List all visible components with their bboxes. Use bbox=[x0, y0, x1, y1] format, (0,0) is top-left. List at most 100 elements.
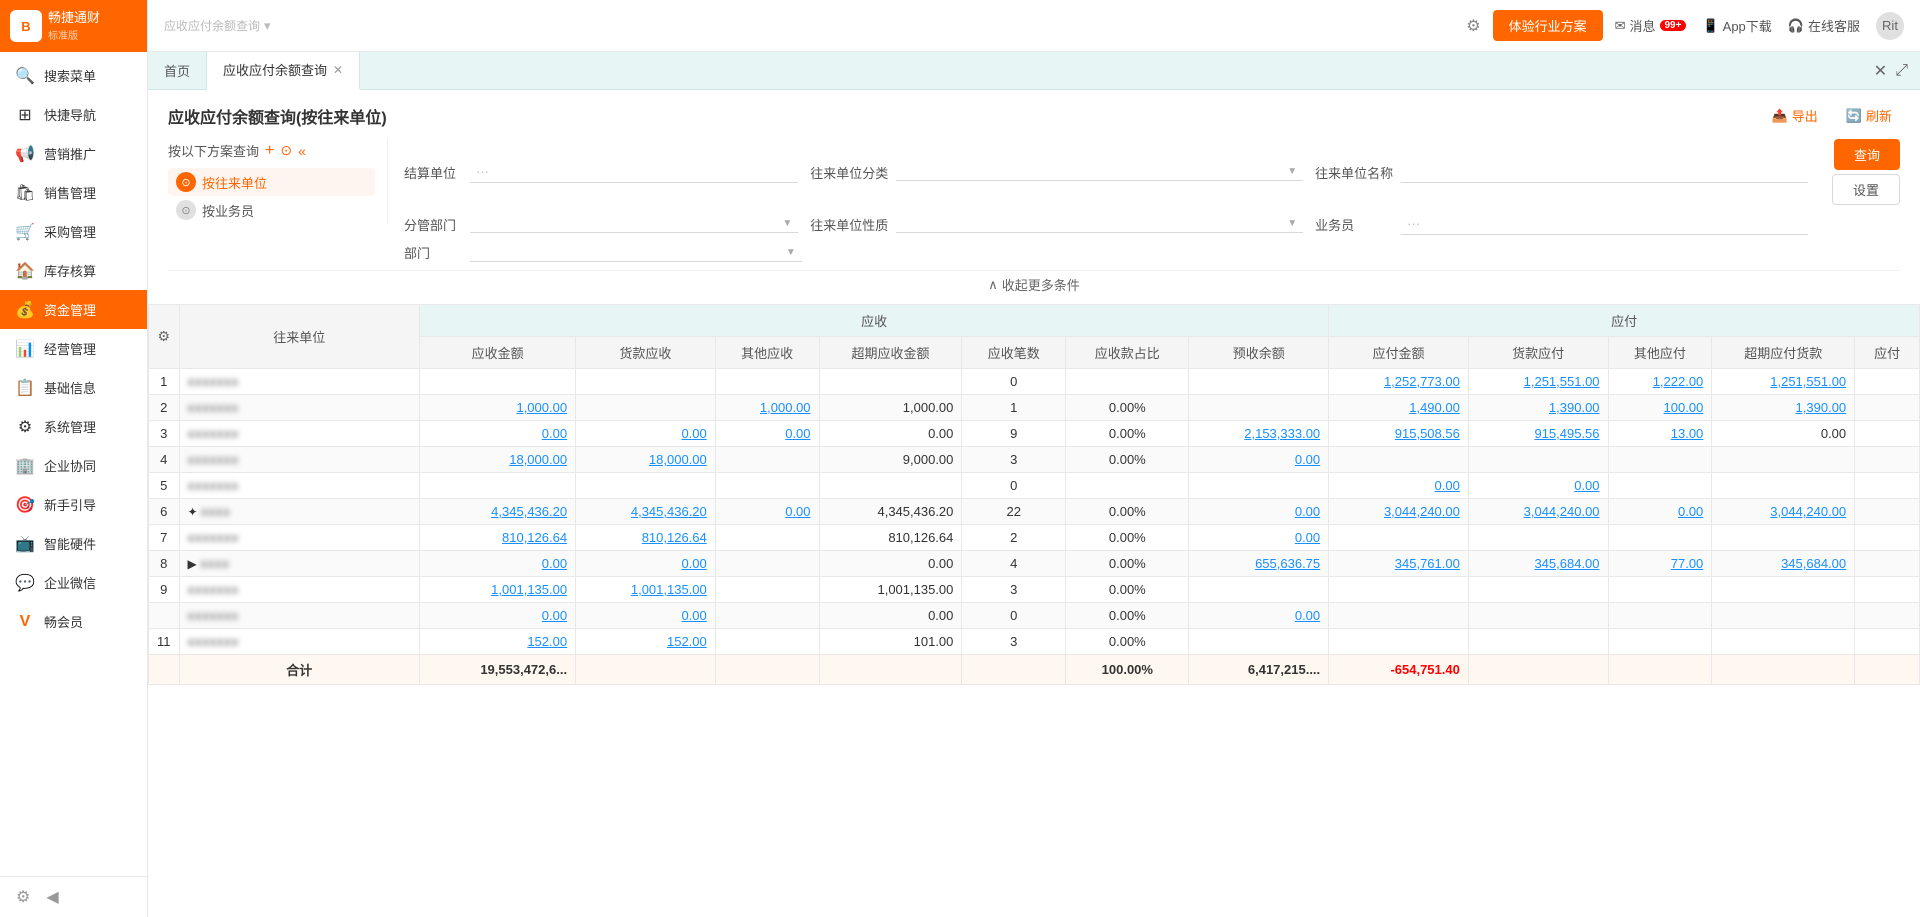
sidebar-footer: ⚙ ◀ bbox=[0, 876, 147, 917]
query-option-by-staff[interactable]: ⊙ 按业务员 bbox=[168, 196, 375, 224]
unit-name-input[interactable] bbox=[1401, 161, 1808, 183]
sidebar-label-purchase: 采购管理 bbox=[44, 222, 96, 241]
collapse-button[interactable]: ∧ 收起更多条件 bbox=[988, 275, 1080, 294]
header-actions: ✉ 消息 99+ 📱 App下载 🎧 在线客服 Rit bbox=[1615, 12, 1904, 40]
unit-cell: ■■■■■■■ bbox=[188, 375, 239, 389]
tab-maximize-icon[interactable]: ⤢ bbox=[1895, 62, 1908, 80]
sales-icon: 🛍 bbox=[16, 184, 34, 202]
message-icon: ✉ bbox=[1615, 18, 1626, 34]
base-icon: 📋 bbox=[16, 379, 34, 397]
ar-other-header: 其他应收 bbox=[715, 337, 819, 369]
ar-advance-header: 预收余额 bbox=[1189, 337, 1329, 369]
sidebar-item-member[interactable]: V 畅会员 bbox=[0, 602, 147, 641]
sidebar-label-hardware: 智能硬件 bbox=[44, 534, 96, 553]
online-service-button[interactable]: 🎧 在线客服 bbox=[1788, 16, 1860, 35]
sidebar-item-operations[interactable]: 📊 经营管理 bbox=[0, 329, 147, 368]
tab-minimize-icon[interactable]: ✕ bbox=[1874, 61, 1887, 81]
user-avatar[interactable]: Rit bbox=[1876, 12, 1904, 40]
sidebar-item-hardware[interactable]: 📺 智能硬件 bbox=[0, 524, 147, 563]
ap-goods-link[interactable]: 1,251,551.00 bbox=[1468, 369, 1608, 395]
set-button[interactable]: 设置 bbox=[1832, 174, 1900, 205]
sidebar-item-system[interactable]: ⚙ 系统管理 bbox=[0, 407, 147, 446]
tab-ar-ap[interactable]: 应收应付余额查询 ✕ bbox=[207, 52, 360, 90]
query-button[interactable]: 查询 bbox=[1834, 139, 1900, 170]
unit-name-label: 往来单位名称 bbox=[1315, 163, 1395, 182]
sidebar-item-marketing[interactable]: 📢 营销推广 bbox=[0, 134, 147, 173]
ap-other-link[interactable]: 1,222.00 bbox=[1608, 369, 1712, 395]
message-button[interactable]: ✉ 消息 99+ bbox=[1615, 16, 1687, 35]
sidebar-label-sales: 销售管理 bbox=[44, 183, 96, 202]
ar-overdue-header: 超期应收金额 bbox=[819, 337, 962, 369]
sidebar-item-purchase[interactable]: 🛒 采购管理 bbox=[0, 212, 147, 251]
ar-count-header: 应收笔数 bbox=[962, 337, 1066, 369]
refresh-button[interactable]: 🔄 刷新 bbox=[1838, 102, 1900, 129]
sidebar: B 畅捷通财 标准版 🔍 搜索菜单 ⊞ 快捷导航 📢 营销推广 🛍 销售管理 🛒… bbox=[0, 0, 148, 917]
table-row: 9 ■■■■■■■ 1,001,135.00 1,001,135.00 1,00… bbox=[149, 577, 1920, 603]
inventory-icon: 🏠 bbox=[16, 262, 34, 280]
export-button[interactable]: 📤 导出 bbox=[1764, 102, 1826, 129]
dept2-arrow: ▼ bbox=[786, 247, 796, 258]
app-download-button[interactable]: 📱 App下载 bbox=[1702, 16, 1771, 35]
unit-cell: ■■■■■■■ bbox=[188, 479, 239, 493]
settings-footer-icon[interactable]: ⚙ bbox=[16, 887, 30, 907]
sidebar-label-nav: 快捷导航 bbox=[44, 105, 96, 124]
settings-col-header: ⚙ bbox=[149, 305, 180, 369]
main-content: 应收应付余额查询(按往来单位) 📤 导出 🔄 刷新 按以下方案查询 + ⊙ « bbox=[148, 90, 1920, 917]
filter-section: 按以下方案查询 + ⊙ « ⊙ 按往来单位 ⊙ 按业务员 bbox=[148, 129, 1920, 304]
industry-solution-button[interactable]: 体验行业方案 bbox=[1493, 10, 1603, 41]
ap-goods-header: 货款应付 bbox=[1468, 337, 1608, 369]
ap-amount-link[interactable]: 1,252,773.00 bbox=[1329, 369, 1469, 395]
table-row: 6 ✦ ■■■■ 4,345,436.20 4,345,436.20 0.00 … bbox=[149, 499, 1920, 525]
table-row: ■■■■■■■ 0.00 0.00 0.00 0 0.00% 0.00 bbox=[149, 603, 1920, 629]
sidebar-item-wechat[interactable]: 💬 企业微信 bbox=[0, 563, 147, 602]
dept-manager-select[interactable]: ▼ bbox=[470, 215, 798, 233]
sidebar-item-guide[interactable]: 🎯 新手引导 bbox=[0, 485, 147, 524]
department-select[interactable]: ▼ bbox=[470, 244, 802, 262]
sidebar-item-base[interactable]: 📋 基础信息 bbox=[0, 368, 147, 407]
wechat-icon: 💬 bbox=[16, 574, 34, 592]
total-ar-amount: 19,553,472,6... bbox=[420, 655, 576, 685]
header-gear-icon[interactable]: ⚙ bbox=[1466, 16, 1480, 36]
table-row: 7 ■■■■■■■ 810,126.64 810,126.64 810,126.… bbox=[149, 525, 1920, 551]
filter-collapse-row: ∧ 收起更多条件 bbox=[168, 270, 1900, 298]
ar-goods-header: 货款应收 bbox=[576, 337, 716, 369]
filter-add-icon[interactable]: + bbox=[265, 142, 274, 160]
data-table: ⚙ 往来单位 应收 应付 应收金额 货款应收 其他应收 超期应收金额 应收笔数 … bbox=[148, 304, 1920, 685]
sidebar-label-finance: 资金管理 bbox=[44, 300, 96, 319]
sidebar-item-finance[interactable]: 💰 资金管理 bbox=[0, 290, 147, 329]
table-section: ⚙ 往来单位 应收 应付 应收金额 货款应收 其他应收 超期应收金额 应收笔数 … bbox=[148, 304, 1920, 917]
unit-category-label: 往来单位分类 bbox=[810, 163, 890, 182]
service-icon: 🎧 bbox=[1788, 18, 1804, 34]
ap-overdue-link[interactable]: 1,251,551.00 bbox=[1712, 369, 1855, 395]
hardware-icon: 📺 bbox=[16, 535, 34, 553]
unit-category-select[interactable]: ▼ bbox=[896, 163, 1303, 181]
unit-cell: ■■■■■■■ bbox=[188, 427, 239, 441]
unit-cell: ■■■■■■■ bbox=[188, 609, 239, 623]
unit-cell: ■■■■■■■ bbox=[188, 583, 239, 597]
sidebar-item-nav[interactable]: ⊞ 快捷导航 bbox=[0, 95, 147, 134]
sidebar-logo: B 畅捷通财 标准版 bbox=[0, 0, 147, 52]
collapse-footer-icon[interactable]: ◀ bbox=[46, 887, 58, 907]
department-label: 部门 bbox=[404, 243, 464, 262]
tab-home[interactable]: 首页 bbox=[148, 52, 207, 90]
table-settings-icon[interactable]: ⚙ bbox=[157, 328, 170, 344]
ar-amount-link[interactable]: 1,000.00 bbox=[420, 395, 576, 421]
query-option-by-unit[interactable]: ⊙ 按往来单位 bbox=[168, 168, 375, 196]
sidebar-item-inventory[interactable]: 🏠 库存核算 bbox=[0, 251, 147, 290]
unit-nature-select[interactable]: ▼ bbox=[896, 215, 1303, 233]
settlement-unit-label: 结算单位 bbox=[404, 163, 464, 182]
total-label: 合计 bbox=[179, 655, 420, 685]
table-row: 5 ■■■■■■■ 0 0.00 0.00 bbox=[149, 473, 1920, 499]
table-row: 3 ■■■■■■■ 0.00 0.00 0.00 0.00 9 0.00% 2,… bbox=[149, 421, 1920, 447]
settlement-unit-dots: ··· bbox=[476, 164, 489, 179]
logo-icon: B bbox=[10, 10, 42, 42]
sidebar-label-guide: 新手引导 bbox=[44, 495, 96, 514]
filter-settings-icon[interactable]: ⊙ bbox=[280, 142, 292, 159]
unit-cell: ■■■■■■■ bbox=[188, 635, 239, 649]
filter-collapse-icon[interactable]: « bbox=[298, 143, 306, 159]
ap-extra-header: 应付 bbox=[1855, 337, 1920, 369]
tab-close-button[interactable]: ✕ bbox=[333, 63, 343, 77]
sidebar-item-corp[interactable]: 🏢 企业协同 bbox=[0, 446, 147, 485]
sidebar-item-search[interactable]: 🔍 搜索菜单 bbox=[0, 56, 147, 95]
sidebar-item-sales[interactable]: 🛍 销售管理 bbox=[0, 173, 147, 212]
